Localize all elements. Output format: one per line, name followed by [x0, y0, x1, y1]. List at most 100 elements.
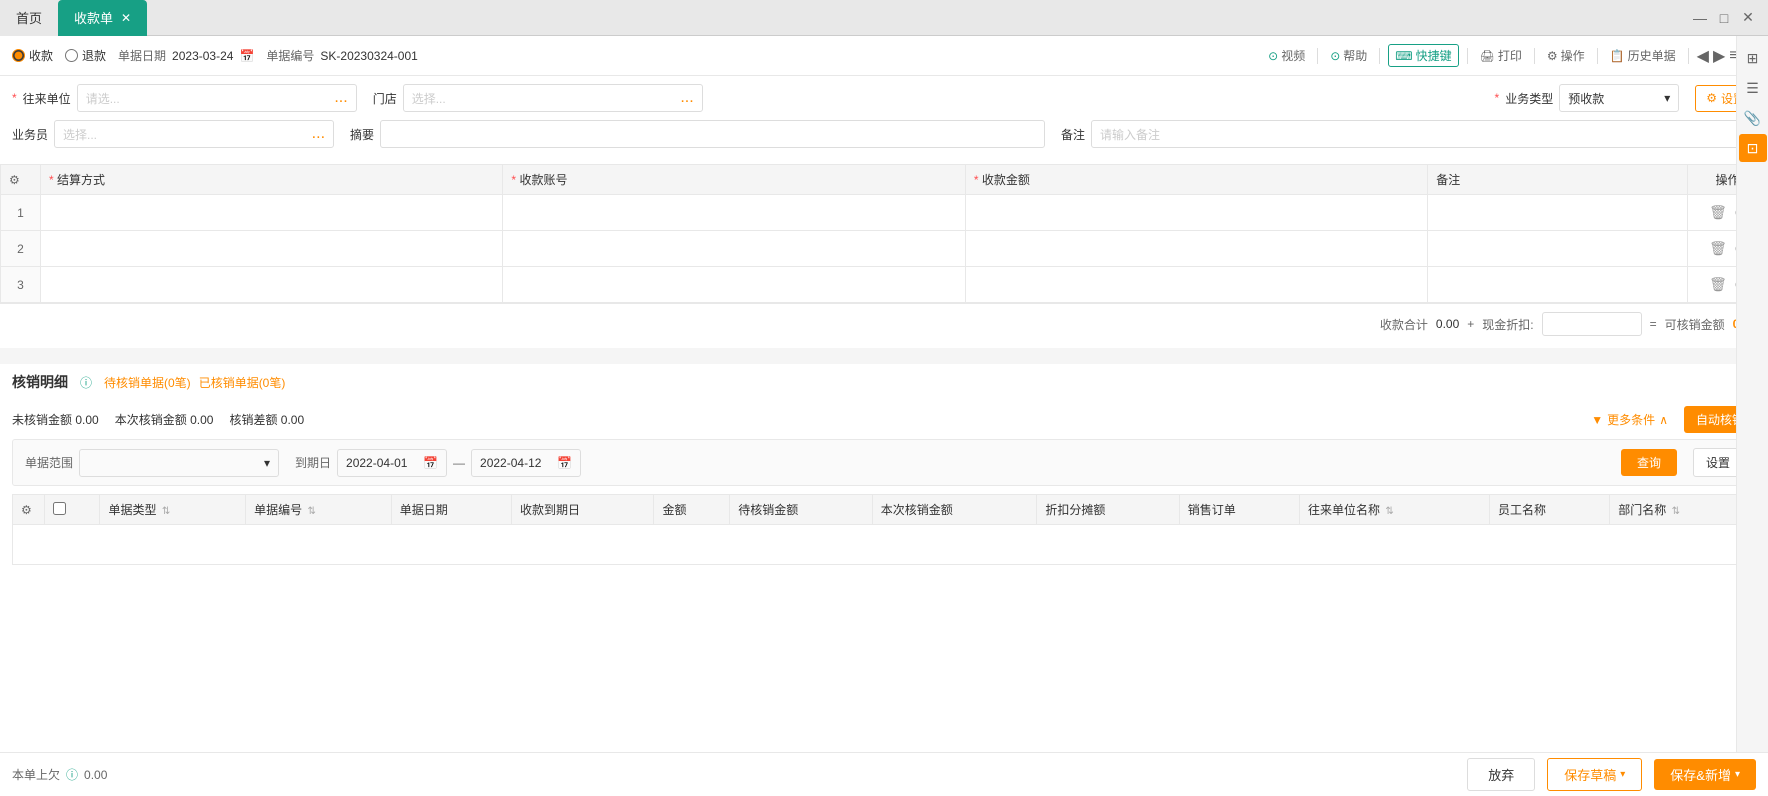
bottom-gear-icon[interactable]: ⚙	[21, 503, 32, 517]
prev-panel-icon[interactable]: ◀	[1697, 46, 1709, 66]
th-checkbox-col	[45, 495, 100, 525]
search-row: 单据范围 ▾ 到期日 2022-04-01 📅 — 2022-04-12 📅	[12, 439, 1756, 486]
save-draft-btn[interactable]: 保存草稿 ▾	[1547, 758, 1642, 791]
close-btn[interactable]: ✕	[1740, 10, 1756, 26]
verify-tabs: 待核销单据(0笔) 已核销单据(0笔)	[104, 374, 285, 391]
more-conditions-btn[interactable]: ▼ 更多条件 ∧	[1591, 411, 1668, 428]
help-icon: ⊙	[1330, 49, 1340, 63]
sidebar-attachment-icon[interactable]: 📎	[1739, 104, 1767, 132]
shortcut-btn[interactable]: ⌨ 快捷键	[1388, 44, 1458, 67]
save-draft-chevron-icon: ▾	[1620, 769, 1625, 780]
business-type-field: * 业务类型 预收款 ▾	[1495, 84, 1680, 112]
query-btn[interactable]: 查询	[1621, 449, 1677, 476]
salesperson-field: 业务员 选择... ...	[12, 120, 334, 148]
bottom-table: ⚙ 单据类型 ⇅ 单据编号 ⇅ 单据日期	[12, 494, 1756, 565]
tab-close-icon[interactable]: ✕	[121, 11, 131, 25]
sort-dept-icon[interactable]: ⇅	[1672, 506, 1680, 517]
discount-input[interactable]	[1542, 312, 1642, 336]
radio-receive[interactable]: 收款	[12, 47, 53, 64]
main-content: 收款 退款 单据日期 2023-03-24 📅 单据编号 SK-20230324…	[0, 36, 1768, 796]
divider-6	[1688, 48, 1689, 64]
sort-cp-icon[interactable]: ⇅	[1385, 506, 1393, 517]
form-body: * 往来单位 请选... ... 门店 选择... ... * 业务类型 预收款	[0, 76, 1768, 164]
bottom-table-empty-row	[13, 525, 1756, 565]
home-tab-label: 首页	[16, 8, 42, 27]
cell-account-2[interactable]	[503, 231, 965, 267]
radio-refund[interactable]: 退款	[65, 47, 106, 64]
save-new-btn[interactable]: 保存&新增 ▾	[1654, 759, 1756, 790]
due-date-end-input[interactable]: 2022-04-12 📅	[471, 449, 581, 477]
divider-3	[1467, 48, 1468, 64]
cell-remark-2[interactable]	[1428, 231, 1688, 267]
th-account: * 收款账号	[503, 165, 965, 195]
current-verify-stat: 本次核销金额 0.00	[115, 411, 214, 428]
divider-5	[1597, 48, 1598, 64]
verify-stats: 未核销金额 0.00 本次核销金额 0.00 核销差额 0.00 ▼ 更多条件 …	[12, 400, 1756, 439]
salesperson-input[interactable]: 选择... ...	[54, 120, 334, 148]
cell-settle-2[interactable]	[41, 231, 503, 267]
cell-remark-1[interactable]	[1428, 195, 1688, 231]
unverified-stat: 未核销金额 0.00	[12, 411, 99, 428]
calendar-end-icon[interactable]: 📅	[557, 456, 572, 470]
counterparty-input[interactable]: 请选... ...	[77, 84, 357, 112]
th-type: 单据类型 ⇅	[100, 495, 246, 525]
summary-input[interactable]	[380, 120, 1045, 148]
sidebar-list-icon[interactable]: ☰	[1739, 74, 1767, 102]
delete-row-3-icon[interactable]: 🗑	[1709, 276, 1727, 292]
store-input[interactable]: 选择... ...	[403, 84, 703, 112]
store-dots-icon[interactable]: ...	[680, 89, 693, 107]
delete-row-2-icon[interactable]: 🗑	[1709, 240, 1727, 256]
video-btn[interactable]: ⊙ 视频	[1264, 45, 1309, 66]
next-panel-icon[interactable]: ▶	[1713, 46, 1725, 66]
abandon-btn[interactable]: 放弃	[1467, 758, 1535, 791]
table-row: 2 🗑 ⊕	[1, 231, 1768, 267]
main-table-container: ⚙ * 结算方式 * 收款账号 * 收款金额 备注 操作	[0, 164, 1768, 303]
minimize-btn[interactable]: —	[1692, 10, 1708, 26]
sidebar-scan-icon[interactable]: ⊡	[1739, 134, 1767, 162]
help-btn[interactable]: ⊙ 帮助	[1326, 45, 1371, 66]
diff-stat: 核销差额 0.00	[229, 411, 304, 428]
print-btn[interactable]: 🖨 打印	[1476, 45, 1526, 66]
summary-row: 收款合计 0.00 + 现金折扣: = 可核销金额 0.00	[0, 303, 1768, 344]
verify-section: 核销明细 ⓘ 待核销单据(0笔) 已核销单据(0笔) 未核销金额 0.00 本次…	[0, 364, 1768, 573]
form-header: 收款 退款 单据日期 2023-03-24 📅 单据编号 SK-20230324…	[0, 36, 1768, 76]
salesperson-dots-icon[interactable]: ...	[312, 125, 325, 143]
due-date-start-input[interactable]: 2022-04-01 📅	[337, 449, 447, 477]
sort-type-icon[interactable]: ⇅	[162, 506, 170, 517]
tab-pending[interactable]: 待核销单据(0笔)	[104, 374, 191, 391]
cell-amount-1[interactable]	[965, 195, 1427, 231]
th-checkbox: ⚙	[13, 495, 45, 525]
cell-amount-2[interactable]	[965, 231, 1427, 267]
tab-receipt[interactable]: 收款单 ✕	[58, 0, 147, 36]
cell-settle-3[interactable]	[41, 267, 503, 303]
delete-row-1-icon[interactable]: 🗑	[1709, 204, 1727, 220]
sort-number-icon[interactable]: ⇅	[307, 506, 315, 517]
th-remark: 备注	[1428, 165, 1688, 195]
cell-settle-1[interactable]	[41, 195, 503, 231]
cell-account-3[interactable]	[503, 267, 965, 303]
cell-remark-3[interactable]	[1428, 267, 1688, 303]
payment-type-radio: 收款 退款	[12, 47, 106, 64]
remark-input[interactable]: 请输入备注	[1091, 120, 1756, 148]
range-chevron-icon: ▾	[264, 456, 270, 470]
range-select[interactable]: ▾	[79, 449, 279, 477]
filter-icon: ▼	[1591, 413, 1603, 427]
form-row-1: * 往来单位 请选... ... 门店 选择... ... * 业务类型 预收款	[12, 84, 1756, 112]
ops-btn[interactable]: ⚙ 操作	[1543, 45, 1589, 66]
counterparty-dots-icon[interactable]: ...	[334, 89, 347, 107]
cell-account-1[interactable]	[503, 195, 965, 231]
tab-home[interactable]: 首页	[0, 0, 58, 36]
calendar-icon[interactable]: 📅	[239, 49, 254, 63]
select-all-checkbox[interactable]	[53, 502, 66, 515]
business-type-select[interactable]: 预收款 ▾	[1559, 84, 1679, 112]
calendar-start-icon[interactable]: 📅	[423, 456, 438, 470]
tab-done[interactable]: 已核销单据(0笔)	[199, 374, 286, 391]
sidebar-table-icon[interactable]: ⊞	[1739, 44, 1767, 72]
table-gear-icon[interactable]: ⚙	[9, 173, 20, 187]
table-row: 1 🗑 ⊕	[1, 195, 1768, 231]
print-icon: 🖨	[1480, 49, 1495, 63]
cell-amount-3[interactable]	[965, 267, 1427, 303]
history-btn[interactable]: 📋 历史单据	[1606, 45, 1680, 66]
maximize-btn[interactable]: □	[1716, 10, 1732, 26]
window-controls: — □ ✕	[1692, 10, 1768, 26]
